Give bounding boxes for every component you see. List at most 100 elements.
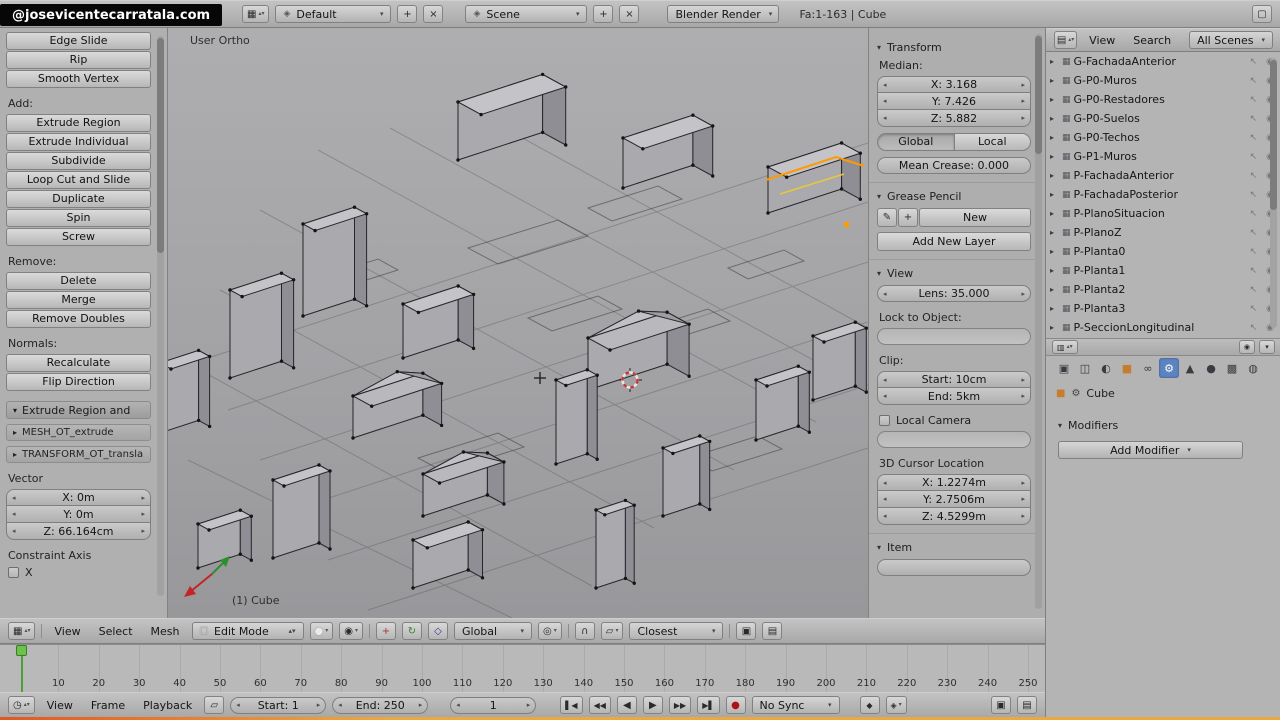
expand-icon[interactable]: ▸ (1050, 114, 1059, 123)
manipulator-rotate-button[interactable]: ↻ (402, 622, 422, 640)
item-clipped-field[interactable] (877, 559, 1031, 576)
cursor-x-field[interactable]: ◂ X: 1.2274m ▸ (877, 474, 1031, 491)
grease-add-button[interactable]: + (898, 208, 918, 227)
local-camera-checkbox[interactable] (879, 415, 890, 426)
increment-icon[interactable]: ▸ (1021, 114, 1025, 122)
expand-icon[interactable]: ▸ (1050, 76, 1059, 85)
outliner-item[interactable]: ▸▦P-Planta3↖◉ (1046, 299, 1280, 318)
breadcrumb-object-name[interactable]: Cube (1086, 387, 1114, 400)
manipulator-scale-button[interactable]: ◇ (428, 622, 448, 640)
increment-icon[interactable]: ▸ (1021, 479, 1025, 487)
viewport-3d[interactable]: User Ortho (1) Cube (168, 28, 868, 618)
manipulator-translate-button[interactable]: + (376, 622, 396, 640)
lens-slider[interactable]: ◂ Lens: 35.000 ▸ (877, 285, 1031, 302)
opengl-render-anim-button[interactable]: ▤ (762, 622, 783, 640)
timeline-menu-playback[interactable]: Playback (137, 699, 198, 712)
proportional-edit-dropdown[interactable]: ◎ ▾ (538, 622, 562, 640)
increment-icon[interactable]: ▸ (1021, 81, 1025, 89)
restrict-select-icon[interactable]: ↖ (1247, 114, 1261, 124)
tab-world[interactable]: ◐ (1096, 358, 1116, 378)
increment-icon[interactable]: ▸ (317, 701, 321, 709)
scrollbar-thumb[interactable] (1035, 36, 1042, 154)
restrict-select-icon[interactable]: ↖ (1247, 95, 1261, 105)
outliner-item[interactable]: ▸▦P-Planta0↖◉ (1046, 242, 1280, 261)
operator-subpanel-translate[interactable]: ▸ TRANSFORM_OT_transla (6, 446, 151, 463)
decrement-icon[interactable]: ◂ (12, 527, 16, 535)
clip-end-field[interactable]: ◂ End: 5km ▸ (877, 388, 1031, 405)
increment-icon[interactable]: ▸ (141, 494, 145, 502)
operator-panel-header[interactable]: ▾ Extrude Region and (6, 401, 151, 419)
restrict-select-icon[interactable]: ↖ (1247, 133, 1261, 143)
outliner-item[interactable]: ▸▦G-P0-Suelos↖◉ (1046, 109, 1280, 128)
increment-icon[interactable]: ▸ (419, 701, 423, 709)
playhead-cap[interactable] (16, 645, 27, 656)
tool-extrude-region[interactable]: Extrude Region (6, 114, 151, 132)
toolshelf-scrollbar[interactable] (157, 36, 164, 596)
increment-icon[interactable]: ▸ (1021, 495, 1025, 503)
increment-icon[interactable]: ▸ (1021, 97, 1025, 105)
viewport-editor-type-button[interactable]: ▦ ▴▾ (8, 622, 36, 640)
tab-material[interactable]: ● (1201, 358, 1221, 378)
record-button[interactable]: ● (725, 696, 746, 714)
grease-pencil-panel-header[interactable]: ▾ Grease Pencil (877, 190, 1031, 203)
render-engine-dropdown[interactable]: Blender Render ▾ (667, 5, 780, 23)
decrement-icon[interactable]: ◂ (883, 114, 887, 122)
properties-pin-button[interactable]: ◉ (1238, 340, 1255, 354)
expand-icon[interactable]: ▸ (1050, 323, 1059, 332)
editor-type-button[interactable]: ▦ ▴▾ (242, 5, 270, 23)
tab-texture[interactable]: ▩ (1222, 358, 1242, 378)
clip-start-field[interactable]: ◂ Start: 10cm ▸ (877, 371, 1031, 388)
preview-range-button[interactable]: ▱ (204, 696, 225, 714)
decrement-icon[interactable]: ◂ (883, 512, 887, 520)
decrement-icon[interactable]: ◂ (883, 392, 887, 400)
paste-pose-button[interactable]: ▤ (1017, 696, 1037, 714)
expand-icon[interactable]: ▸ (1050, 228, 1059, 237)
increment-icon[interactable]: ▸ (1021, 392, 1025, 400)
decrement-icon[interactable]: ◂ (338, 701, 342, 709)
frame-end-field[interactable]: ◂ End: 250 ▸ (332, 696, 429, 714)
add-new-layer-button[interactable]: Add New Layer (877, 232, 1031, 251)
outliner-item[interactable]: ▸▦P-PlanoZ↖◉ (1046, 223, 1280, 242)
decrement-icon[interactable]: ◂ (883, 376, 887, 384)
tab-modifiers[interactable]: ⚙ (1159, 358, 1179, 378)
grease-draw-button[interactable]: ✎ (877, 208, 897, 227)
global-toggle[interactable]: Global (877, 133, 955, 151)
timeline-editor-type-button[interactable]: ◷ ▴▾ (8, 696, 35, 714)
outliner-item[interactable]: ▸▦P-FachadaAnterior↖◉ (1046, 166, 1280, 185)
jump-next-keyframe-button[interactable]: ▶▶ (668, 696, 692, 714)
add-layout-button[interactable]: + (397, 5, 418, 23)
scrollbar-thumb[interactable] (157, 38, 164, 253)
expand-icon[interactable]: ▸ (1050, 247, 1059, 256)
outliner-menu-search[interactable]: Search (1127, 34, 1177, 47)
copy-pose-button[interactable]: ▣ (991, 696, 1011, 714)
scrollbar-thumb[interactable] (1270, 60, 1277, 210)
restrict-select-icon[interactable]: ↖ (1247, 76, 1261, 86)
outliner-menu-view[interactable]: View (1083, 34, 1121, 47)
tool-delete[interactable]: Delete (6, 272, 151, 290)
tab-render[interactable]: ▣ (1054, 358, 1074, 378)
tool-flip-direction[interactable]: Flip Direction (6, 373, 151, 391)
mode-dropdown[interactable]: □ Edit Mode ▴▾ (191, 622, 304, 640)
screen-layout-dropdown[interactable]: ◈ Default ▾ (275, 5, 392, 23)
decrement-icon[interactable]: ◂ (883, 290, 887, 298)
decrement-icon[interactable]: ◂ (883, 495, 887, 503)
local-toggle[interactable]: Local (954, 133, 1031, 151)
tool-recalculate[interactable]: Recalculate (6, 354, 151, 372)
timeline-menu-frame[interactable]: Frame (85, 699, 131, 712)
restrict-select-icon[interactable]: ↖ (1247, 228, 1261, 238)
tab-physics[interactable]: ◍ (1243, 358, 1263, 378)
window-button[interactable]: ▢ (1252, 5, 1272, 23)
expand-icon[interactable]: ▸ (1050, 190, 1059, 199)
decrement-icon[interactable]: ◂ (236, 701, 240, 709)
transform-panel-header[interactable]: ▾ Transform (877, 41, 1031, 54)
median-y-field[interactable]: ◂ Y: 7.426 ▸ (877, 93, 1031, 110)
tool-spin[interactable]: Spin (6, 209, 151, 227)
restrict-select-icon[interactable]: ↖ (1247, 209, 1261, 219)
viewport-shading-dropdown[interactable]: ● ▾ (309, 622, 334, 640)
tool-extrude-individual[interactable]: Extrude Individual (6, 133, 151, 151)
outliner-item[interactable]: ▸▦G-P1-Muros↖◉ (1046, 147, 1280, 166)
delete-scene-button[interactable]: × (619, 5, 640, 23)
delete-layout-button[interactable]: × (423, 5, 444, 23)
scene-dropdown[interactable]: ◈ Scene ▾ (465, 5, 588, 23)
increment-icon[interactable]: ▸ (141, 510, 145, 518)
